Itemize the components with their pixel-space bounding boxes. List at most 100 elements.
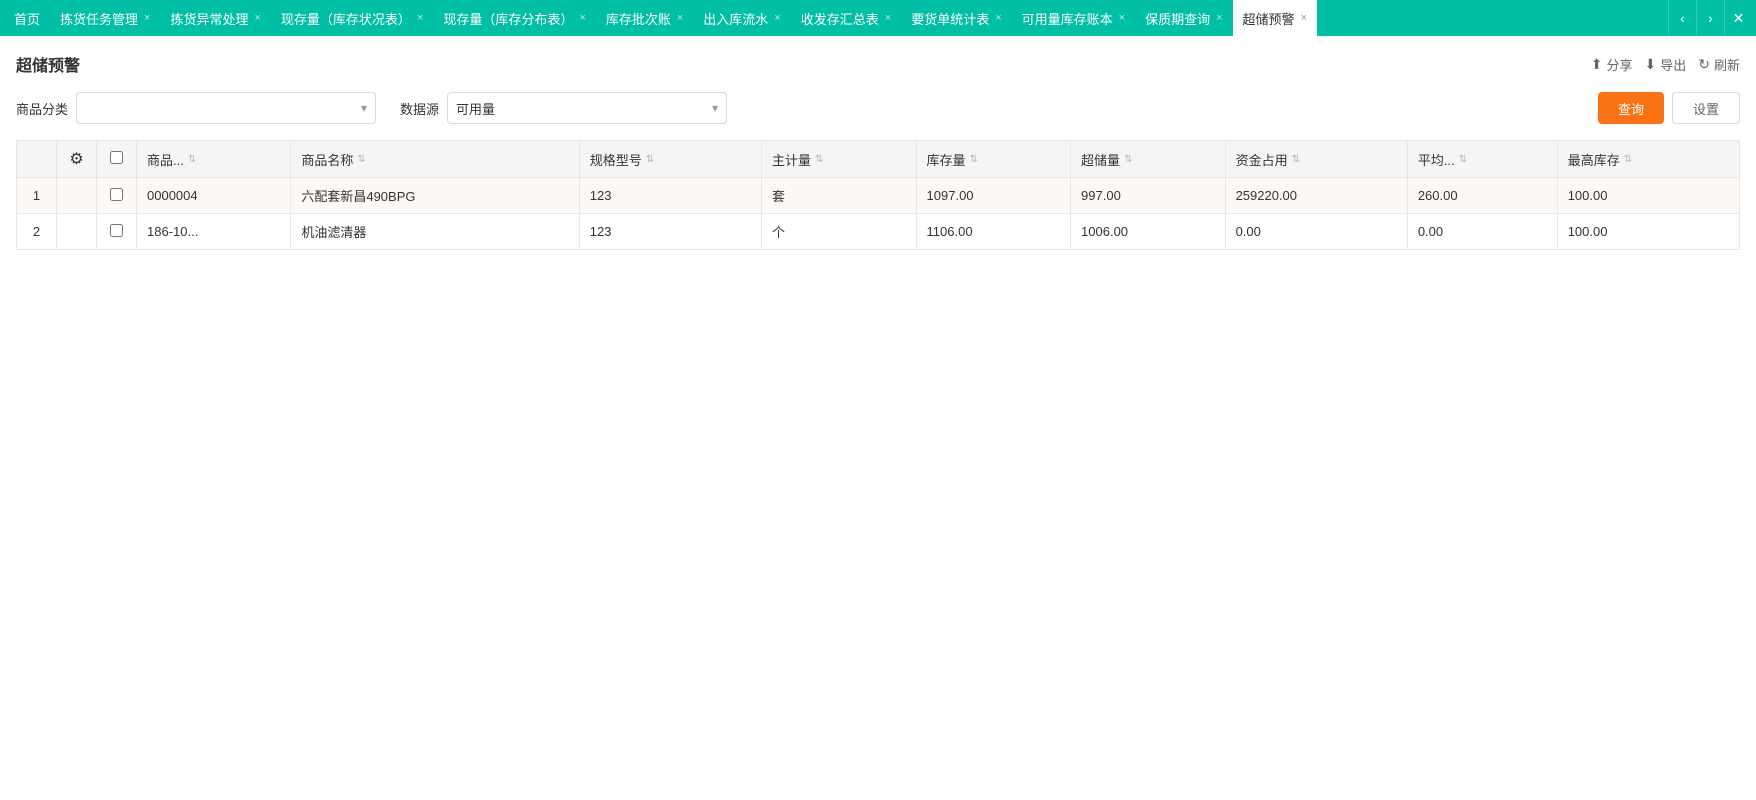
cell-overstock-1: 997.00 — [1071, 178, 1226, 214]
row-gear-1 — [57, 178, 97, 214]
cell-stock-2: 1106.00 — [916, 214, 1071, 250]
datasource-filter: 数据源 可用量 ▾ — [400, 92, 727, 124]
nav-item-batch[interactable]: 库存批次账× — [596, 0, 693, 36]
sort-icon-name[interactable]: ⇅ — [357, 154, 365, 165]
col-check — [97, 141, 137, 178]
sort-icon-capital[interactable]: ⇅ — [1292, 154, 1300, 165]
page-header: 超储预警 ⬆ 分享 ⬇ 导出 ↻ 刷新 — [16, 52, 1740, 76]
cell-overstock-2: 1006.00 — [1071, 214, 1226, 250]
refresh-button[interactable]: ↻ 刷新 — [1698, 55, 1740, 74]
nav-item-expiry[interactable]: 保质期查询× — [1135, 0, 1232, 36]
nav-close-icon-inout[interactable]: × — [774, 12, 780, 24]
datasource-label: 数据源 — [400, 99, 439, 118]
row-check-1[interactable] — [97, 178, 137, 214]
cell-spec-2: 123 — [579, 214, 761, 250]
page-container: 超储预警 ⬆ 分享 ⬇ 导出 ↻ 刷新 商品分类 ▾ 数据源 — [0, 36, 1756, 800]
refresh-icon: ↻ — [1698, 56, 1710, 73]
cell-name-2: 机油滤清器 — [291, 214, 579, 250]
cell-maxstock-1: 100.00 — [1557, 178, 1739, 214]
row-checkbox-2[interactable] — [110, 224, 123, 237]
datasource-chevron-icon: ▾ — [712, 101, 718, 115]
col-stock[interactable]: 库存量⇅ — [916, 141, 1071, 178]
sort-icon-maxstock[interactable]: ⇅ — [1624, 154, 1632, 165]
nav-prev-arrow[interactable]: ‹ — [1668, 0, 1696, 36]
share-button[interactable]: ⬆ 分享 — [1591, 55, 1633, 74]
col-num — [17, 141, 57, 178]
sort-icon-spec[interactable]: ⇅ — [646, 154, 654, 165]
chevron-down-icon: ▾ — [361, 101, 367, 115]
settings-button[interactable]: 设置 — [1672, 92, 1740, 124]
nav-close-icon-task[interactable]: × — [144, 12, 150, 24]
nav-close-icon-batch[interactable]: × — [677, 12, 683, 24]
nav-close-icon-abnormal[interactable]: × — [254, 12, 260, 24]
export-icon: ⬇ — [1645, 56, 1657, 73]
nav-item-stock-status[interactable]: 现存量（库存状况表）× — [271, 0, 433, 36]
cell-code-2: 186-10... — [137, 214, 291, 250]
cell-stock-1: 1097.00 — [916, 178, 1071, 214]
table-row: 2186-10...机油滤清器123个1106.001006.000.000.0… — [17, 214, 1740, 250]
category-select[interactable]: ▾ — [76, 92, 376, 124]
col-capital[interactable]: 资金占用⇅ — [1225, 141, 1407, 178]
row-checkbox-1[interactable] — [110, 188, 123, 201]
cell-unit-1: 套 — [762, 178, 917, 214]
cell-code-1: 0000004 — [137, 178, 291, 214]
nav-close-icon-stock-dist[interactable]: × — [579, 12, 585, 24]
nav-close-icon-stock-status[interactable]: × — [417, 12, 423, 24]
col-overstock[interactable]: 超储量⇅ — [1071, 141, 1226, 178]
row-gear-2 — [57, 214, 97, 250]
export-button[interactable]: ⬇ 导出 — [1645, 55, 1687, 74]
cell-capital-2: 0.00 — [1225, 214, 1407, 250]
col-name[interactable]: 商品名称⇅ — [291, 141, 579, 178]
row-num-1: 1 — [17, 178, 57, 214]
share-icon: ⬆ — [1591, 56, 1603, 73]
cell-avg-1: 260.00 — [1407, 178, 1557, 214]
category-label: 商品分类 — [16, 99, 68, 118]
cell-avg-2: 0.00 — [1407, 214, 1557, 250]
cell-capital-1: 259220.00 — [1225, 178, 1407, 214]
row-num-2: 2 — [17, 214, 57, 250]
col-spec[interactable]: 规格型号⇅ — [579, 141, 761, 178]
nav-item-task[interactable]: 拣货任务管理× — [50, 0, 160, 36]
sort-icon-avg[interactable]: ⇅ — [1459, 154, 1467, 165]
header-actions: ⬆ 分享 ⬇ 导出 ↻ 刷新 — [1591, 55, 1740, 74]
sort-icon-overstock[interactable]: ⇅ — [1124, 154, 1132, 165]
cell-maxstock-2: 100.00 — [1557, 214, 1739, 250]
sort-icon-unit[interactable]: ⇅ — [815, 154, 823, 165]
col-avg[interactable]: 平均...⇅ — [1407, 141, 1557, 178]
nav-item-stock-dist[interactable]: 现存量（库存分布表）× — [433, 0, 595, 36]
nav-close-arrow[interactable]: ✕ — [1724, 0, 1752, 36]
nav-close-icon-available[interactable]: × — [1119, 12, 1125, 24]
page-title: 超储预警 — [16, 52, 80, 76]
cell-name-1: 六配套新昌490BPG — [291, 178, 579, 214]
nav-close-icon-overstock[interactable]: × — [1301, 12, 1307, 24]
nav-close-icon-collect[interactable]: × — [885, 12, 891, 24]
nav-next-arrow[interactable]: › — [1696, 0, 1724, 36]
nav-item-overstock[interactable]: 超储预警× — [1233, 0, 1317, 36]
col-maxstock[interactable]: 最高库存⇅ — [1557, 141, 1739, 178]
row-check-2[interactable] — [97, 214, 137, 250]
col-code[interactable]: 商品...⇅ — [137, 141, 291, 178]
nav-bar: 首页拣货任务管理×拣货异常处理×现存量（库存状况表）×现存量（库存分布表）×库存… — [0, 0, 1756, 36]
cell-spec-1: 123 — [579, 178, 761, 214]
data-table: ⚙ 商品...⇅商品名称⇅规格型号⇅主计量⇅库存量⇅超储量⇅资金占用⇅平均...⇅… — [16, 140, 1740, 250]
nav-item-available[interactable]: 可用量库存账本× — [1012, 0, 1135, 36]
col-gear[interactable]: ⚙ — [57, 141, 97, 178]
cell-unit-2: 个 — [762, 214, 917, 250]
col-unit[interactable]: 主计量⇅ — [762, 141, 917, 178]
filter-actions: 查询 设置 — [1598, 92, 1740, 124]
datasource-value: 可用量 — [456, 99, 712, 118]
nav-close-icon-order-stat[interactable]: × — [995, 12, 1001, 24]
datasource-select[interactable]: 可用量 ▾ — [447, 92, 727, 124]
nav-item-order-stat[interactable]: 要货单统计表× — [901, 0, 1011, 36]
select-all-checkbox[interactable] — [110, 151, 123, 164]
nav-item-collect[interactable]: 收发存汇总表× — [791, 0, 901, 36]
nav-item-inout[interactable]: 出入库流水× — [693, 0, 790, 36]
nav-item-abnormal[interactable]: 拣货异常处理× — [160, 0, 270, 36]
sort-icon-code[interactable]: ⇅ — [188, 154, 196, 165]
sort-icon-stock[interactable]: ⇅ — [970, 154, 978, 165]
nav-item-home[interactable]: 首页 — [4, 0, 50, 36]
category-filter: 商品分类 ▾ — [16, 92, 376, 124]
nav-close-icon-expiry[interactable]: × — [1216, 12, 1222, 24]
table-row: 1 0000004六配套新昌490BPG123套1097.00997.002592… — [17, 178, 1740, 214]
query-button[interactable]: 查询 — [1598, 92, 1664, 124]
